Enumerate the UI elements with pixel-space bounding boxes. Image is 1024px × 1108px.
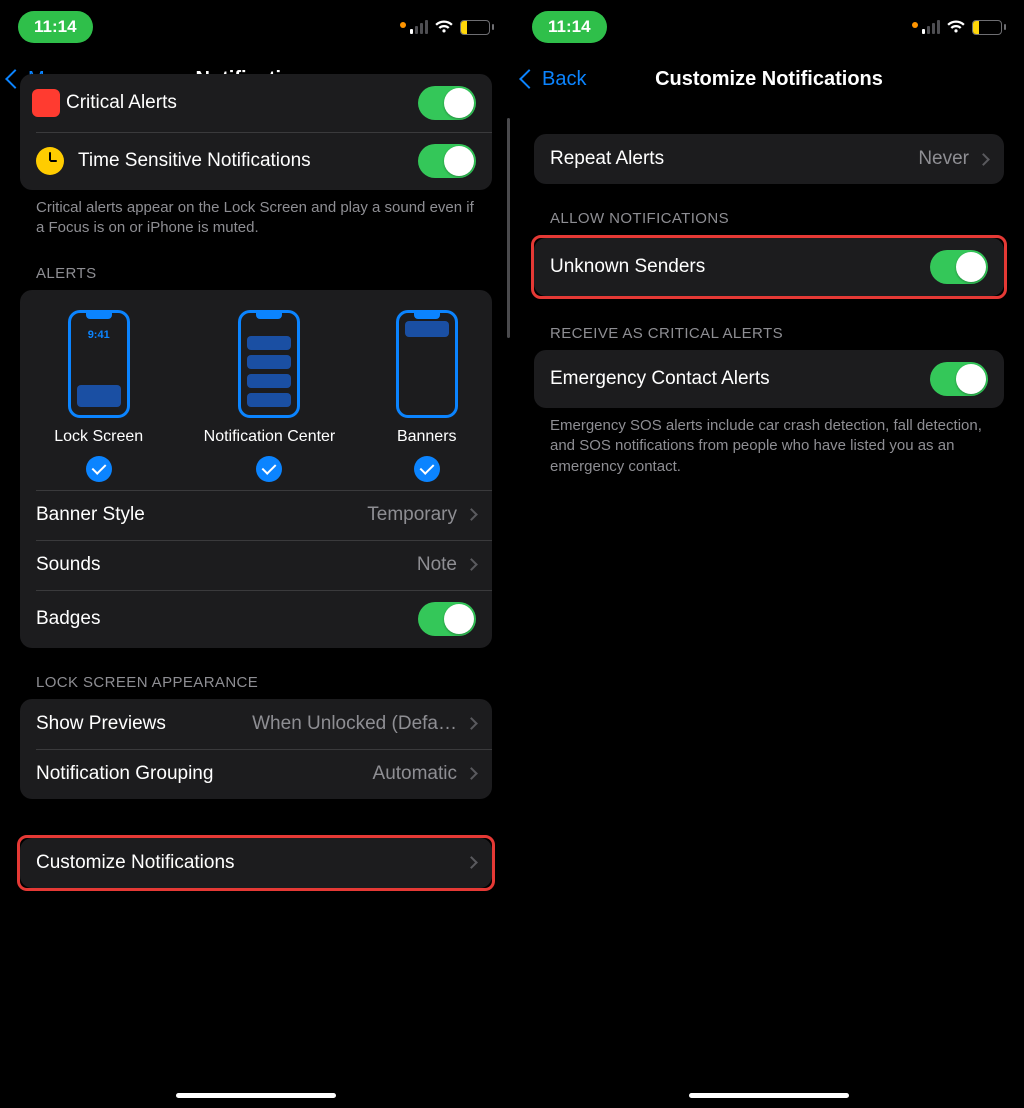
home-indicator[interactable] (176, 1093, 336, 1098)
critical-footer: Critical alerts appear on the Lock Scree… (20, 190, 492, 239)
badges-row[interactable]: Badges (20, 590, 492, 648)
chevron-right-icon (977, 153, 990, 166)
emergency-contact-alerts-row[interactable]: Emergency Contact Alerts (534, 350, 1004, 408)
repeat-alerts-label: Repeat Alerts (550, 148, 918, 170)
alert-styles-panel: 9:41 Lock Screen Notification Center (20, 290, 492, 490)
critical-alerts-toggle[interactable] (418, 86, 476, 120)
show-previews-label: Show Previews (36, 713, 252, 735)
repeat-alerts-row[interactable]: Repeat Alerts Never (534, 134, 1004, 184)
cellular-icon (922, 20, 940, 34)
clock-icon (36, 147, 64, 175)
chevron-right-icon (465, 767, 478, 780)
emergency-footer: Emergency SOS alerts include car crash d… (534, 408, 1004, 477)
alert-option-label: Lock Screen (54, 428, 143, 446)
alert-option-lock-screen[interactable]: 9:41 Lock Screen (54, 310, 143, 482)
critical-header: RECEIVE AS CRITICAL ALERTS (534, 299, 1004, 350)
banner-style-value: Temporary (367, 504, 457, 526)
page-title: Customize Notifications (655, 68, 883, 91)
critical-alerts-label: Critical Alerts (66, 92, 418, 114)
time-sensitive-label: Time Sensitive Notifications (78, 150, 418, 172)
cellular-icon (410, 20, 428, 34)
time-sensitive-toggle[interactable] (418, 144, 476, 178)
status-time: 11:14 (532, 11, 607, 43)
alert-option-banners[interactable]: Banners (396, 310, 458, 482)
banners-icon (396, 310, 458, 418)
mic-indicator-dot (912, 22, 918, 28)
back-button[interactable]: Back (522, 68, 586, 91)
alerts-group: 9:41 Lock Screen Notification Center (20, 290, 492, 648)
customize-label: Customize Notifications (36, 852, 457, 874)
home-indicator[interactable] (689, 1093, 849, 1098)
wifi-icon (434, 20, 454, 34)
mic-indicator-dot (400, 22, 406, 28)
notification-grouping-row[interactable]: Notification Grouping Automatic (20, 749, 492, 799)
section-critical: Critical Alerts Time Sensitive Notificat… (20, 74, 492, 190)
emergency-label: Emergency Contact Alerts (550, 368, 930, 390)
check-icon (256, 456, 282, 482)
unknown-senders-label: Unknown Senders (550, 256, 930, 278)
allow-header: ALLOW NOTIFICATIONS (534, 184, 1004, 235)
battery-icon: 18 (972, 20, 1006, 35)
check-icon (86, 456, 112, 482)
alerts-header: ALERTS (20, 239, 492, 290)
alert-option-label: Notification Center (204, 428, 336, 446)
show-previews-value: When Unlocked (Defa… (252, 713, 457, 735)
chevron-right-icon (465, 856, 478, 869)
notification-center-icon (238, 310, 300, 418)
chevron-right-icon (465, 508, 478, 521)
repeat-alerts-group: Repeat Alerts Never (534, 134, 1004, 184)
check-icon (414, 456, 440, 482)
alert-option-notification-center[interactable]: Notification Center (204, 310, 336, 482)
lock-screen-icon: 9:41 (68, 310, 130, 418)
repeat-alerts-value: Never (918, 148, 969, 170)
chevron-right-icon (465, 558, 478, 571)
badges-toggle[interactable] (418, 602, 476, 636)
battery-icon: 18 (460, 20, 494, 35)
grouping-label: Notification Grouping (36, 763, 373, 785)
unknown-senders-row[interactable]: Unknown Senders (534, 238, 1004, 296)
status-time: 11:14 (18, 11, 93, 43)
phone-right: 11:14 18 Back Customize Notifications Re… (512, 0, 1024, 1108)
sounds-value: Note (417, 554, 457, 576)
customize-highlight: Customize Notifications (17, 835, 495, 891)
phone-left: 11:14 18 Messages Notifications (0, 0, 512, 1108)
status-bar: 11:14 18 (514, 0, 1024, 54)
emergency-toggle[interactable] (930, 362, 988, 396)
sounds-row[interactable]: Sounds Note (20, 540, 492, 590)
unknown-senders-highlight: Unknown Senders (531, 235, 1007, 299)
lockscreen-group: Show Previews When Unlocked (Defa… Notif… (20, 699, 492, 799)
chevron-right-icon (465, 717, 478, 730)
lockscreen-header: LOCK SCREEN APPEARANCE (20, 648, 492, 699)
emergency-group: Emergency Contact Alerts (534, 350, 1004, 408)
alert-option-label: Banners (397, 428, 457, 446)
critical-alerts-row[interactable]: Critical Alerts (20, 74, 492, 132)
show-previews-row[interactable]: Show Previews When Unlocked (Defa… (20, 699, 492, 749)
grouping-value: Automatic (373, 763, 457, 785)
status-bar: 11:14 18 (0, 0, 512, 54)
nav-bar: Back Customize Notifications (514, 54, 1024, 104)
time-sensitive-row[interactable]: Time Sensitive Notifications (20, 132, 492, 190)
exclamation-icon (32, 89, 60, 117)
banner-style-row[interactable]: Banner Style Temporary (20, 490, 492, 540)
chevron-left-icon (519, 69, 539, 89)
unknown-senders-toggle[interactable] (930, 250, 988, 284)
badges-label: Badges (36, 608, 418, 630)
sounds-label: Sounds (36, 554, 417, 576)
wifi-icon (946, 20, 966, 34)
customize-notifications-row[interactable]: Customize Notifications (20, 838, 492, 888)
banner-style-label: Banner Style (36, 504, 367, 526)
